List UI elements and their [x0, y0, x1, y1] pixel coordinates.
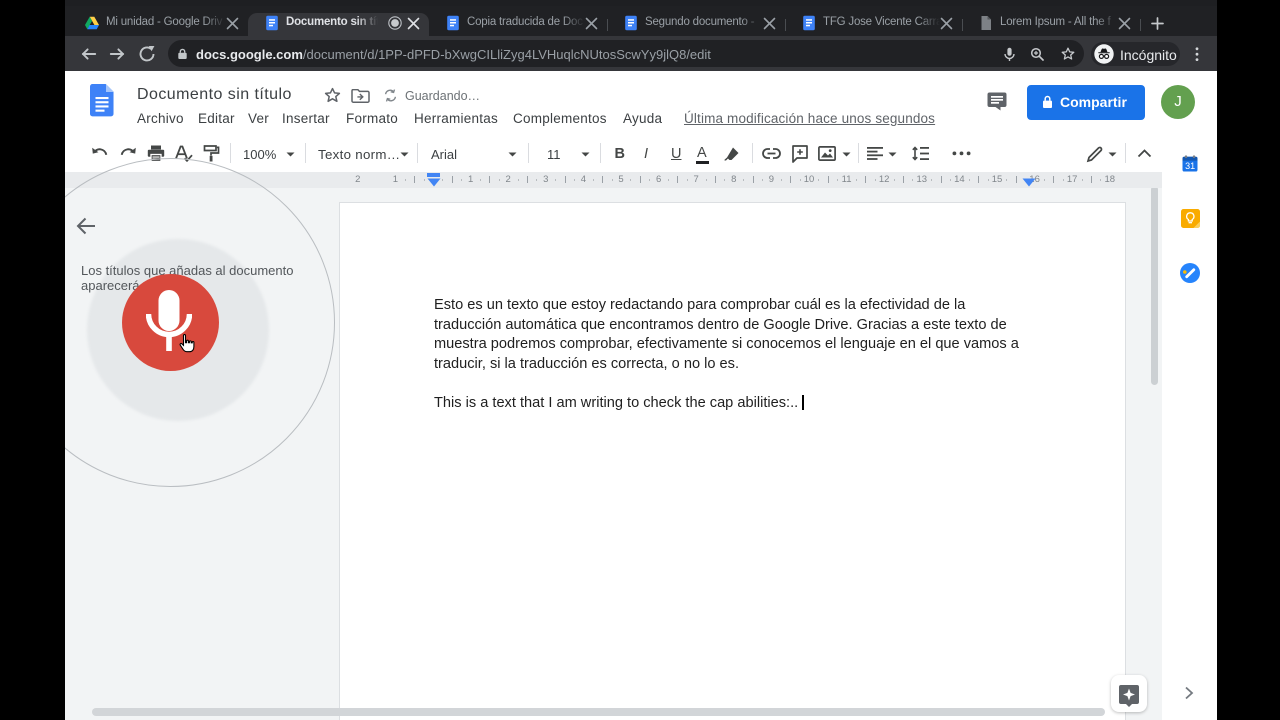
svg-text:31: 31: [1185, 161, 1195, 171]
